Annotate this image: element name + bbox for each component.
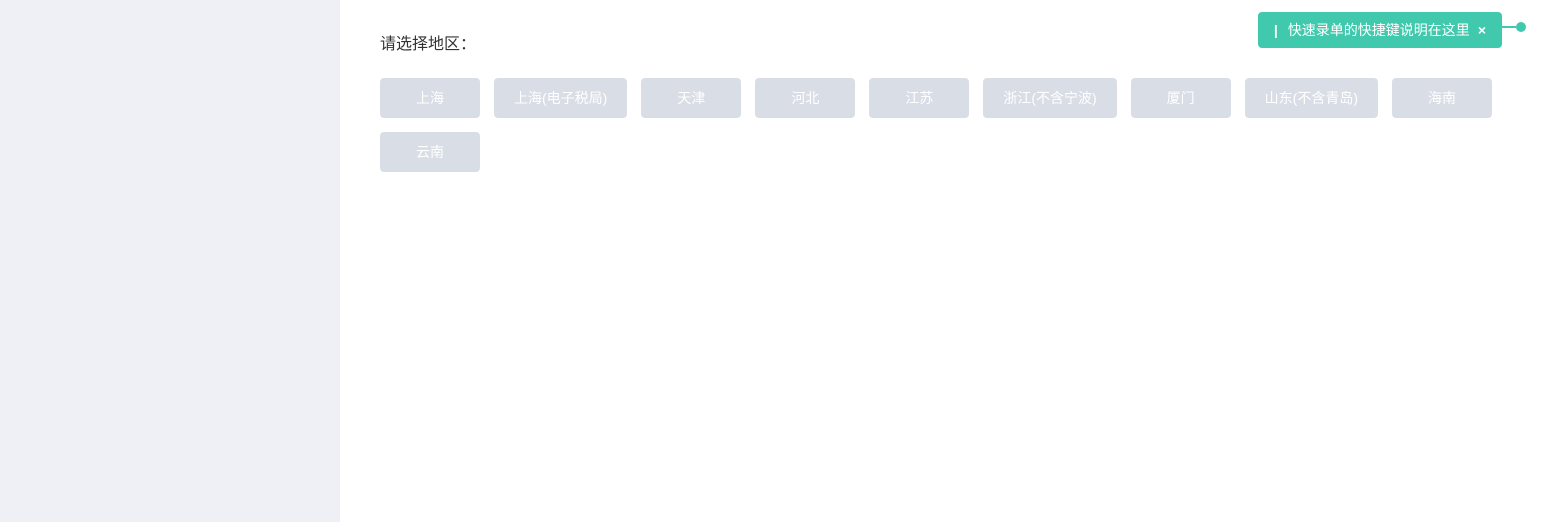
- region-button-shanghai-etax[interactable]: 上海(电子税局): [494, 78, 627, 118]
- tooltip-text: 快速录单的快捷键说明在这里: [1288, 20, 1470, 40]
- tooltip-dot: [1516, 22, 1526, 32]
- region-buttons-container: 上海上海(电子税局) 天津河北江苏浙江(不含宁波) 厦门山东(不含青岛) 海南云南: [380, 78, 1522, 172]
- region-button-hebei[interactable]: 河北: [755, 78, 855, 118]
- left-sidebar: [0, 0, 340, 522]
- main-content: 请选择地区： 上海上海(电子税局)天津河北江苏浙江(不含宁波)厦门山东(不含青岛…: [340, 0, 1562, 522]
- region-button-hainan[interactable]: 海南: [1392, 78, 1492, 118]
- region-button-zhejiang[interactable]: 浙江(不含宁波): [983, 78, 1116, 118]
- region-button-shanghai[interactable]: 上海: [380, 78, 480, 118]
- region-button-tianjin[interactable]: 天津: [641, 78, 741, 118]
- region-button-shandong[interactable]: 山东(不含青岛): [1245, 78, 1378, 118]
- region-button-xiamen[interactable]: 厦门: [1131, 78, 1231, 118]
- tooltip-close-button[interactable]: ×: [1478, 22, 1486, 38]
- region-button-yunnan[interactable]: 云南: [380, 132, 480, 172]
- tooltip-line: [1496, 26, 1516, 28]
- region-button-jiangsu[interactable]: 江苏: [869, 78, 969, 118]
- tooltip-banner: 快速录单的快捷键说明在这里 ×: [1258, 12, 1502, 48]
